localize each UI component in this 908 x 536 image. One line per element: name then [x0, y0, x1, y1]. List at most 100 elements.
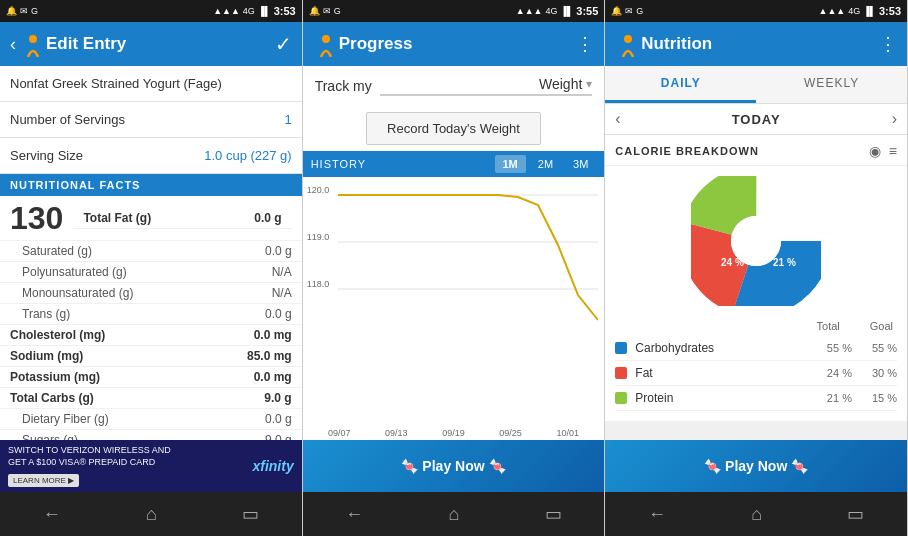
servings-value[interactable]: 1 — [284, 112, 291, 127]
saturated-row: Saturated (g)0.0 g — [0, 241, 302, 262]
protein-values: 21 % 15 % — [817, 392, 897, 404]
legend-headers: Total Goal — [615, 316, 893, 336]
x-label-3: 09/19 — [442, 428, 465, 438]
edit-entry-header: ‹ Edit Entry ✓ — [0, 22, 302, 66]
status-icons: 🔔 ✉ G — [6, 6, 38, 16]
recent-nav-button-3[interactable]: ▭ — [827, 495, 884, 533]
serving-size-value[interactable]: 1.0 cup (227 g) — [204, 148, 291, 163]
back-nav-button[interactable]: ← — [23, 496, 81, 533]
chart-tab-2m[interactable]: 2M — [530, 155, 561, 173]
fat-label: Fat — [635, 366, 817, 380]
status-time: 3:53 — [274, 5, 296, 17]
food-name: Nonfat Greek Strained Yogurt (Fage) — [0, 66, 302, 102]
back-nav-button-2[interactable]: ← — [325, 496, 383, 533]
notification-icon-3: 🔔 — [611, 6, 622, 16]
today-nav: ‹ TODAY › — [605, 104, 907, 135]
x-label-5: 10/01 — [556, 428, 579, 438]
candy-banner-2: 🍬 Play Now 🍬 — [605, 440, 907, 492]
carbs-dot — [615, 342, 627, 354]
notification-icon: 🔔 — [6, 6, 17, 16]
next-day-button[interactable]: › — [892, 110, 897, 128]
panel-nutrition: 🔔 ✉ G ▲▲▲ 4G ▐▌ 3:53 Nutrition ⋮ DAILY W… — [605, 0, 908, 536]
trans-row: Trans (g)0.0 g — [0, 304, 302, 325]
ad-banner-1: SWITCH TO VERIZON WIRELESS AND GET A $10… — [0, 440, 302, 492]
home-nav-button-2[interactable]: ⌂ — [429, 496, 480, 533]
progress-menu-button[interactable]: ⋮ — [576, 33, 594, 55]
dietary-fiber-row: Dietary Fiber (g)0.0 g — [0, 409, 302, 430]
protein-label: Protein — [635, 391, 817, 405]
servings-label: Number of Servings — [10, 112, 125, 127]
nutrition-menu-button[interactable]: ⋮ — [879, 33, 897, 55]
svg-text:21 %: 21 % — [773, 257, 796, 268]
tab-weekly[interactable]: WEEKLY — [756, 66, 907, 103]
mail-icon: ✉ — [20, 6, 28, 16]
home-nav-button-3[interactable]: ⌂ — [731, 496, 782, 533]
recent-nav-button[interactable]: ▭ — [222, 495, 279, 533]
chart-x-labels: 09/07 09/13 09/19 09/25 10/01 — [303, 426, 605, 440]
chart-tabs: HISTORY 1M 2M 3M — [303, 151, 605, 177]
x-label-1: 09/07 — [328, 428, 351, 438]
app-logo — [20, 31, 46, 57]
signal-icon-3: ▲▲▲ — [818, 6, 845, 16]
fat-goal: 30 % — [872, 367, 897, 379]
record-weight-button[interactable]: Record Today's Weight — [366, 112, 541, 145]
servings-row: Number of Servings 1 — [0, 102, 302, 138]
status-time-3: 3:53 — [879, 5, 901, 17]
battery-icon-3: ▐▌ — [863, 6, 876, 16]
back-nav-button-3[interactable]: ← — [628, 496, 686, 533]
y-label-1: 120.0 — [307, 185, 330, 195]
nav-bar-3: ← ⌂ ▭ — [605, 492, 907, 536]
x-label-4: 09/25 — [499, 428, 522, 438]
calorie-icons: ◉ ≡ — [869, 143, 897, 159]
calorie-breakdown-title: CALORIE BREAKDOWN — [615, 145, 759, 157]
track-value: Weight — [539, 76, 582, 92]
y-label-2: 119.0 — [307, 232, 330, 242]
mail-icon-3: ✉ — [625, 6, 633, 16]
pie-chart: 55 % 24 % 21 % — [691, 176, 821, 306]
signal-icon-2: ▲▲▲ — [516, 6, 543, 16]
recent-nav-button-2[interactable]: ▭ — [525, 495, 582, 533]
candy-banner-1: 🍬 Play Now 🍬 — [303, 440, 605, 492]
list-icon[interactable]: ≡ — [889, 143, 897, 159]
protein-dot — [615, 392, 627, 404]
chart-tab-1m[interactable]: 1M — [495, 155, 526, 173]
nutrition-header: Nutrition ⋮ — [605, 22, 907, 66]
legend-protein: Protein 21 % 15 % — [615, 386, 897, 411]
nav-bar-1: ← ⌂ ▭ — [0, 492, 302, 536]
chart-svg — [338, 185, 598, 325]
prev-day-button[interactable]: ‹ — [615, 110, 620, 128]
pie-chart-section: 55 % 24 % 21 % — [605, 166, 907, 316]
chart-tab-3m[interactable]: 3M — [565, 155, 596, 173]
header-title: Edit Entry — [46, 34, 275, 54]
signal-icon: ▲▲▲ — [213, 6, 240, 16]
app-logo-2 — [313, 31, 339, 57]
wifi-icon-3: 4G — [848, 6, 860, 16]
pie-chart-icon[interactable]: ◉ — [869, 143, 881, 159]
tab-daily[interactable]: DAILY — [605, 66, 756, 103]
polyunsaturated-row: Polyunsaturated (g)N/A — [0, 262, 302, 283]
xfinity-logo: xfinity — [252, 458, 293, 474]
svg-point-5 — [624, 35, 632, 43]
calories-section: 130 Total Fat (g) 0.0 g — [0, 196, 302, 241]
y-label-3: 118.0 — [307, 279, 330, 289]
today-label: TODAY — [732, 112, 781, 127]
x-label-2: 09/13 — [385, 428, 408, 438]
carbs-total: 55 % — [827, 342, 852, 354]
confirm-button[interactable]: ✓ — [275, 32, 292, 56]
serving-size-row: Serving Size 1.0 cup (227 g) — [0, 138, 302, 174]
back-button[interactable]: ‹ — [10, 34, 16, 55]
total-fat-row: Total Fat (g) 0.0 g — [73, 208, 291, 229]
sugars-row: Sugars (g)9.0 g — [0, 430, 302, 440]
svg-point-0 — [29, 35, 37, 43]
nutrition-title: Nutrition — [641, 34, 879, 54]
edit-entry-body: Nonfat Greek Strained Yogurt (Fage) Numb… — [0, 66, 302, 440]
ad-cta[interactable]: LEARN MORE ▶ — [8, 474, 79, 487]
wifi-icon-2: 4G — [546, 6, 558, 16]
nutrition-table: 130 Total Fat (g) 0.0 g Saturated (g)0.0… — [0, 196, 302, 440]
track-dropdown-icon[interactable]: ▾ — [586, 77, 592, 91]
day-tabs: DAILY WEEKLY — [605, 66, 907, 104]
chart-area: 120.0 119.0 118.0 — [303, 177, 605, 426]
carbs-label: Carbohydrates — [635, 341, 817, 355]
home-nav-button[interactable]: ⌂ — [126, 496, 177, 533]
potassium-row: Potassium (mg)0.0 mg — [0, 367, 302, 388]
